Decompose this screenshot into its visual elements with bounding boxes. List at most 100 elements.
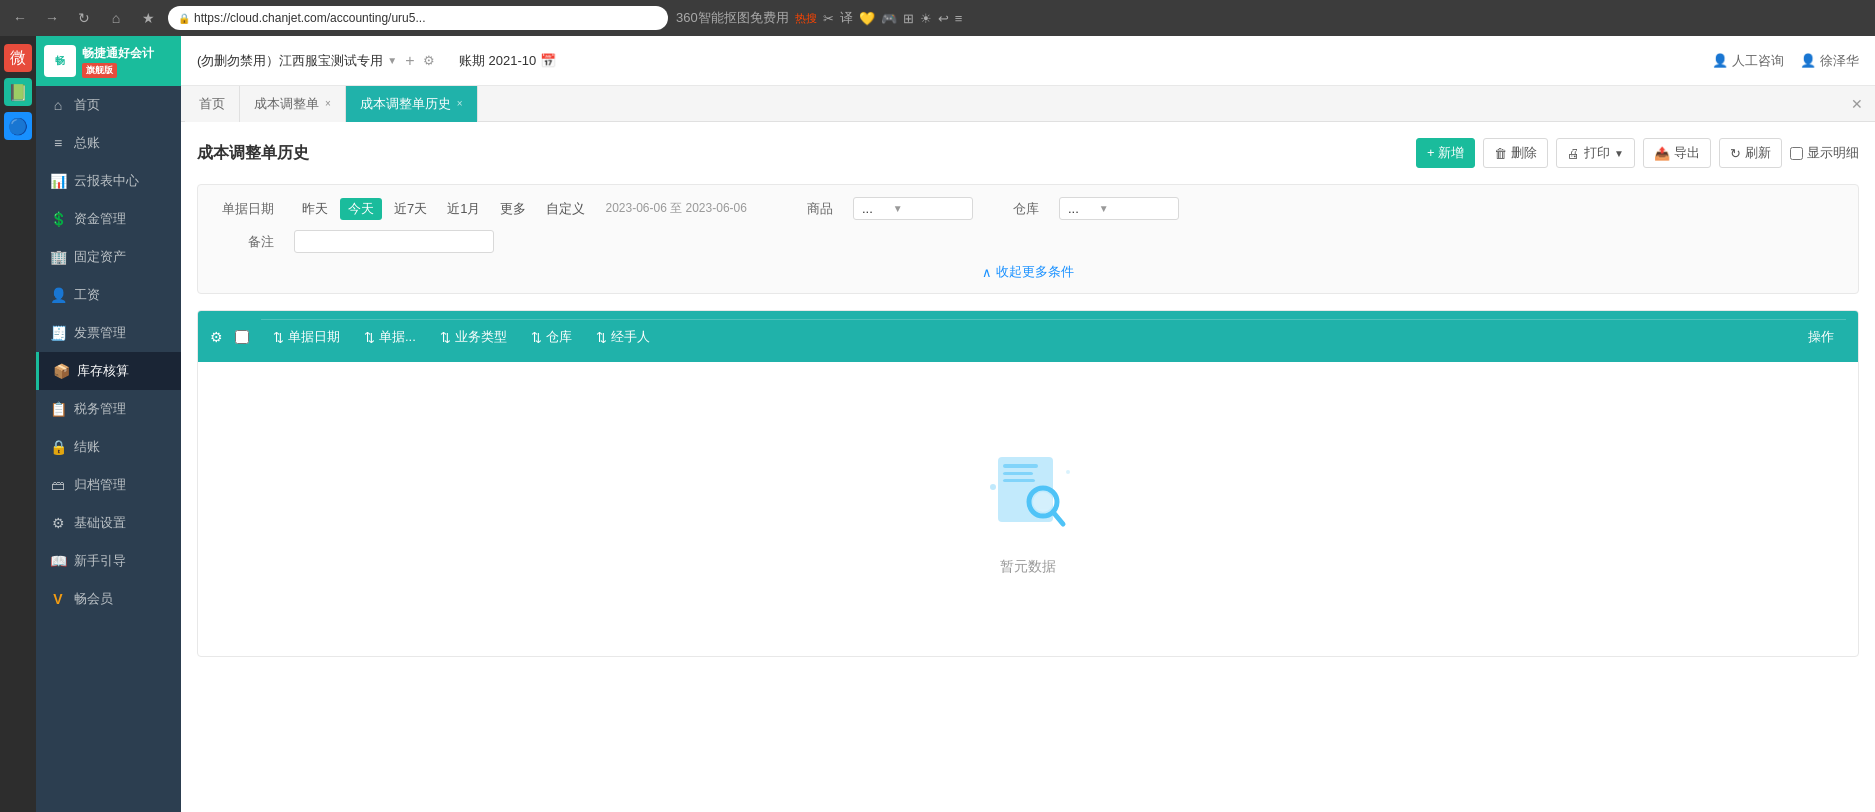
grid-icon[interactable]: ⊞ xyxy=(903,11,914,26)
remark-filter-label: 备注 xyxy=(214,233,274,251)
sidebar-label-tax: 税务管理 xyxy=(74,400,126,418)
warehouse-filter-label: 仓库 xyxy=(1013,200,1039,218)
sidebar-item-guide[interactable]: 📖 新手引导 xyxy=(36,542,181,580)
sidebar-item-tax[interactable]: 📋 税务管理 xyxy=(36,390,181,428)
wallet-icon[interactable]: 💛 xyxy=(859,11,875,26)
select-all-checkbox[interactable] xyxy=(235,330,249,344)
tab-bar-right: ✕ xyxy=(1839,96,1875,112)
page-title: 成本调整单历史 xyxy=(197,143,309,164)
tab-cost-adjustment-history-close[interactable]: × xyxy=(457,98,463,109)
refresh-button[interactable]: ↻ 刷新 xyxy=(1719,138,1782,168)
user-menu[interactable]: 👤 徐泽华 xyxy=(1800,52,1859,70)
table-settings-icon[interactable]: ⚙ xyxy=(210,329,223,345)
svg-rect-2 xyxy=(1003,472,1033,475)
sidebar-item-closing[interactable]: 🔒 结账 xyxy=(36,428,181,466)
sidebar-item-reports[interactable]: 📊 云报表中心 xyxy=(36,162,181,200)
export-button[interactable]: 📤 导出 xyxy=(1643,138,1711,168)
date-option-custom[interactable]: 自定义 xyxy=(538,198,593,220)
add-workspace-button[interactable]: + xyxy=(405,52,414,70)
new-button[interactable]: + 新增 xyxy=(1416,138,1475,168)
sidebar-logo: 畅 畅捷通好会计 旗舰版 xyxy=(36,36,181,86)
delete-button[interactable]: 🗑 删除 xyxy=(1483,138,1548,168)
product-select[interactable]: ... ▼ xyxy=(853,197,973,220)
calendar-icon[interactable]: 📅 xyxy=(540,53,556,68)
print-button[interactable]: 🖨 打印 ▼ xyxy=(1556,138,1635,168)
address-bar[interactable]: 🔒 https://cloud.chanjet.com/accounting/u… xyxy=(168,6,668,30)
date-option-yesterday[interactable]: 昨天 xyxy=(294,198,336,220)
date-option-today[interactable]: 今天 xyxy=(340,198,382,220)
nav-refresh-button[interactable]: ↻ xyxy=(72,6,96,30)
tab-cost-adjustment-label: 成本调整单 xyxy=(254,95,319,113)
strip-green[interactable]: 📗 xyxy=(4,78,32,106)
sidebar-item-payroll[interactable]: 👤 工资 xyxy=(36,276,181,314)
page-header: 成本调整单历史 + 新增 🗑 删除 🖨 打印 ▼ 📤 导出 xyxy=(197,138,1859,168)
sidebar-item-settings[interactable]: ⚙ 基础设置 xyxy=(36,504,181,542)
ledger-icon: ≡ xyxy=(50,135,66,151)
browser-chrome: ← → ↻ ⌂ ★ 🔒 https://cloud.chanjet.com/ac… xyxy=(0,0,1875,36)
tab-cost-adjustment-history[interactable]: 成本调整单历史 × xyxy=(346,86,478,122)
sidebar-item-fixed-assets[interactable]: 🏢 固定资产 xyxy=(36,238,181,276)
refresh-icon: ↻ xyxy=(1730,146,1741,161)
export-label: 导出 xyxy=(1674,144,1700,162)
collapse-button[interactable]: ∧ 收起更多条件 xyxy=(214,263,1842,281)
close-all-tabs-button[interactable]: ✕ xyxy=(1839,96,1875,112)
ssl-lock-icon: 🔒 xyxy=(178,13,190,24)
scissors-icon[interactable]: ✂ xyxy=(823,11,834,26)
col-date[interactable]: ⇅ 单据日期 xyxy=(261,320,352,354)
url-text: https://cloud.chanjet.com/accounting/uru… xyxy=(194,11,425,25)
sidebar-label-archive: 归档管理 xyxy=(74,476,126,494)
col-operator[interactable]: ⇅ 经手人 xyxy=(584,320,662,354)
sidebar-item-invoice[interactable]: 🧾 发票管理 xyxy=(36,314,181,352)
product-filter-label: 商品 xyxy=(807,200,833,218)
tab-cost-adjustment-history-label: 成本调整单历史 xyxy=(360,95,451,113)
sort-icon-operator: ⇅ xyxy=(596,330,607,345)
sidebar-item-home[interactable]: ⌂ 首页 xyxy=(36,86,181,124)
sidebar-item-archive[interactable]: 🗃 归档管理 xyxy=(36,466,181,504)
col-biztype[interactable]: ⇅ 业务类型 xyxy=(428,320,519,354)
nav-star-button[interactable]: ★ xyxy=(136,6,160,30)
settings-gear-icon[interactable]: ⚙ xyxy=(423,53,435,68)
sidebar-label-inventory: 库存核算 xyxy=(77,362,129,380)
tab-cost-adjustment[interactable]: 成本调整单 × xyxy=(240,86,346,122)
payroll-icon: 👤 xyxy=(50,287,66,303)
nav-forward-button[interactable]: → xyxy=(40,6,64,30)
svg-point-8 xyxy=(1066,470,1070,474)
sidebar-label-invoice: 发票管理 xyxy=(74,324,126,342)
tab-cost-adjustment-close[interactable]: × xyxy=(325,98,331,109)
sidebar-item-funds[interactable]: 💲 资金管理 xyxy=(36,200,181,238)
print-dropdown-icon: ▼ xyxy=(1614,148,1624,159)
brightness-icon[interactable]: ☀ xyxy=(920,11,932,26)
col-number-label: 单据... xyxy=(379,328,416,346)
undo-icon[interactable]: ↩ xyxy=(938,11,949,26)
nav-back-button[interactable]: ← xyxy=(8,6,32,30)
sidebar-nav: ⌂ 首页 ≡ 总账 📊 云报表中心 💲 资金管理 🏢 固定资产 👤 工资 xyxy=(36,86,181,812)
date-option-1month[interactable]: 近1月 xyxy=(439,198,488,220)
translate-icon[interactable]: 译 xyxy=(840,9,853,27)
game-icon[interactable]: 🎮 xyxy=(881,11,897,26)
sidebar-item-inventory[interactable]: 📦 库存核算 xyxy=(36,352,181,390)
display-toggle-checkbox[interactable] xyxy=(1790,147,1803,160)
col-number[interactable]: ⇅ 单据... xyxy=(352,320,428,354)
menu-icon[interactable]: ≡ xyxy=(955,11,963,26)
sidebar-item-member[interactable]: V 畅会员 xyxy=(36,580,181,618)
tab-home[interactable]: 首页 xyxy=(185,86,240,122)
date-range-display: 2023-06-06 至 2023-06-06 xyxy=(605,200,746,217)
strip-weibo[interactable]: 微 xyxy=(4,44,32,72)
strip-blue[interactable]: 🔵 xyxy=(4,112,32,140)
display-toggle[interactable]: 显示明细 xyxy=(1790,144,1859,162)
date-option-7days[interactable]: 近7天 xyxy=(386,198,435,220)
col-action: 操作 xyxy=(1796,320,1846,354)
search-label: 360智能抠图免费用 xyxy=(676,9,789,27)
workspace-selector[interactable]: (勿删勿禁用）江西服宝测试专用 ▼ xyxy=(197,52,397,70)
nav-home-button[interactable]: ⌂ xyxy=(104,6,128,30)
col-warehouse[interactable]: ⇅ 仓库 xyxy=(519,320,584,354)
warehouse-dropdown-icon: ▼ xyxy=(1099,203,1109,214)
reports-icon: 📊 xyxy=(50,173,66,189)
date-option-more[interactable]: 更多 xyxy=(492,198,534,220)
service-button[interactable]: 👤 人工咨询 xyxy=(1712,52,1784,70)
warehouse-select[interactable]: ... ▼ xyxy=(1059,197,1179,220)
remark-input[interactable] xyxy=(294,230,494,253)
topbar-right: 👤 人工咨询 👤 徐泽华 xyxy=(1712,52,1859,70)
main-content: (勿删勿禁用）江西服宝测试专用 ▼ + ⚙ 账期 2021-10 📅 👤 人工咨… xyxy=(181,36,1875,812)
sidebar-item-ledger[interactable]: ≡ 总账 xyxy=(36,124,181,162)
